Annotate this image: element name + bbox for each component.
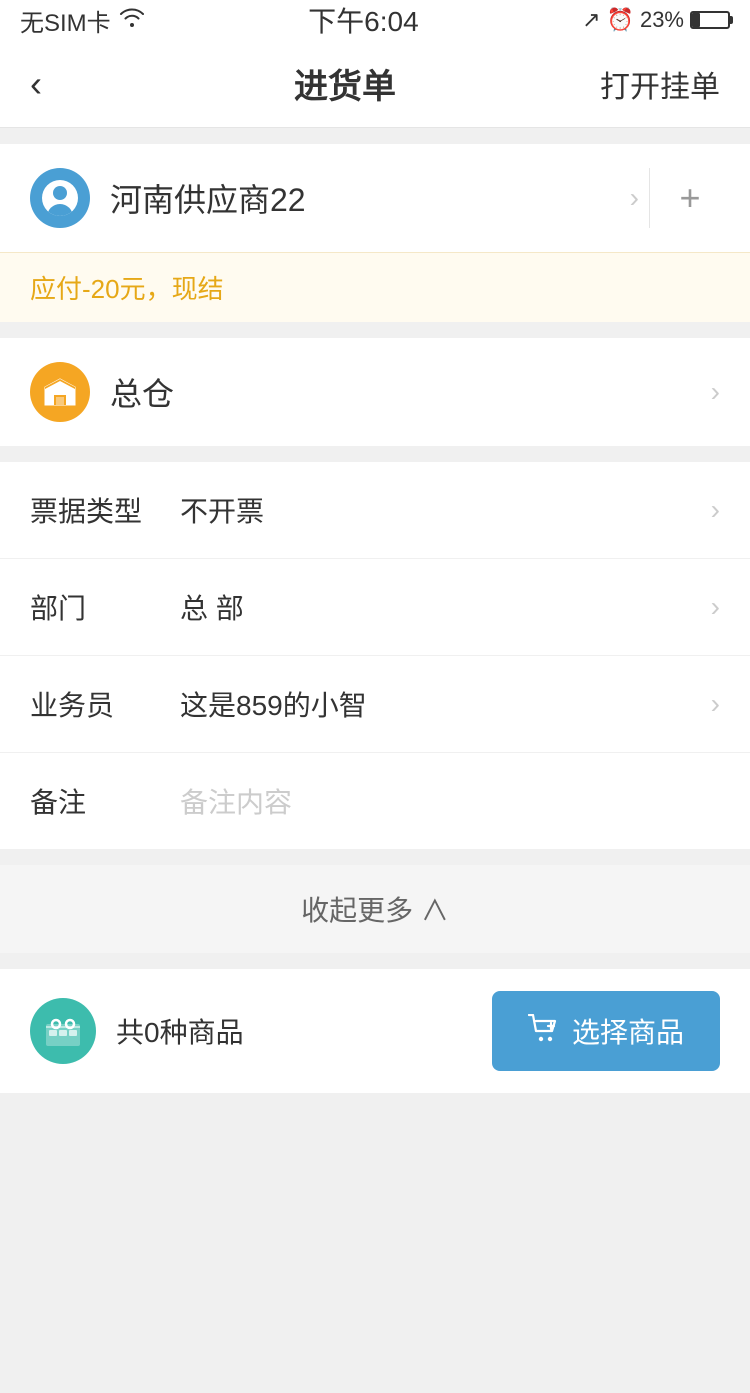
warehouse-section[interactable]: 总仓 › — [0, 338, 750, 446]
select-product-button[interactable]: 选择商品 — [492, 991, 720, 1071]
invoice-type-row[interactable]: 票据类型 不开票 › — [0, 462, 750, 559]
add-supplier-button[interactable]: + — [660, 168, 720, 228]
warehouse-name: 总仓 — [110, 369, 711, 415]
main-content: 河南供应商22 › + 应付-20元，现结 总仓 › 票据类型 不开票 — [0, 144, 750, 1393]
select-product-label: 选择商品 — [572, 1011, 684, 1051]
supplier-avatar — [30, 168, 90, 228]
warehouse-chevron-icon: › — [711, 376, 720, 408]
remark-label: 备注 — [30, 781, 160, 821]
sales-rep-chevron-icon: › — [711, 688, 720, 720]
page-title: 进货单 — [294, 59, 396, 108]
supplier-chevron-icon: › — [630, 182, 639, 214]
carrier-label: 无SIM卡 — [20, 3, 111, 38]
invoice-type-chevron-icon: › — [711, 494, 720, 526]
battery-percent: 23% — [640, 7, 684, 33]
status-bar: 无SIM卡 下午6:04 ↗ ⏰ 23% — [0, 0, 750, 40]
product-section: 共0种商品 选择商品 — [0, 969, 750, 1093]
remark-row[interactable]: 备注 备注内容 — [0, 753, 750, 849]
product-icon — [30, 998, 96, 1064]
location-icon: ↗ — [582, 7, 600, 33]
department-label: 部门 — [30, 587, 160, 627]
product-count: 共0种商品 — [116, 1011, 492, 1051]
cart-icon — [528, 1014, 560, 1049]
open-pending-button[interactable]: 打开挂单 — [600, 62, 720, 106]
sales-rep-value: 这是859的小智 — [160, 684, 711, 724]
invoice-type-label: 票据类型 — [30, 490, 160, 530]
alarm-icon: ⏰ — [607, 7, 634, 33]
collapse-button[interactable]: 收起更多 ∧ — [0, 865, 750, 953]
supplier-notice: 应付-20元，现结 — [0, 252, 750, 322]
battery-fill — [692, 13, 700, 27]
supplier-section: 河南供应商22 › + 应付-20元，现结 — [0, 144, 750, 322]
warehouse-row[interactable]: 总仓 › — [0, 338, 750, 446]
bottom-fill — [0, 1093, 750, 1393]
supplier-name: 河南供应商22 — [110, 175, 630, 221]
status-right: ↗ ⏰ 23% — [582, 7, 730, 33]
department-value: 总 部 — [160, 587, 711, 627]
warehouse-icon — [30, 362, 90, 422]
wifi-icon — [119, 6, 145, 34]
department-chevron-icon: › — [711, 591, 720, 623]
department-row[interactable]: 部门 总 部 › — [0, 559, 750, 656]
sales-rep-row[interactable]: 业务员 这是859的小智 › — [0, 656, 750, 753]
sales-rep-label: 业务员 — [30, 684, 160, 724]
supplier-divider — [649, 168, 650, 228]
status-left: 无SIM卡 — [20, 3, 145, 38]
avatar-icon — [42, 180, 78, 216]
form-section: 票据类型 不开票 › 部门 总 部 › 业务员 这是859的小智 › 备注 备注… — [0, 462, 750, 849]
battery-bar — [690, 11, 730, 29]
supplier-row[interactable]: 河南供应商22 › + — [0, 144, 750, 252]
invoice-type-value: 不开票 — [160, 490, 711, 530]
remark-input[interactable]: 备注内容 — [160, 781, 720, 821]
nav-bar: ‹ 进货单 打开挂单 — [0, 40, 750, 128]
back-button[interactable]: ‹ — [30, 63, 90, 105]
status-time: 下午6:04 — [308, 0, 419, 40]
